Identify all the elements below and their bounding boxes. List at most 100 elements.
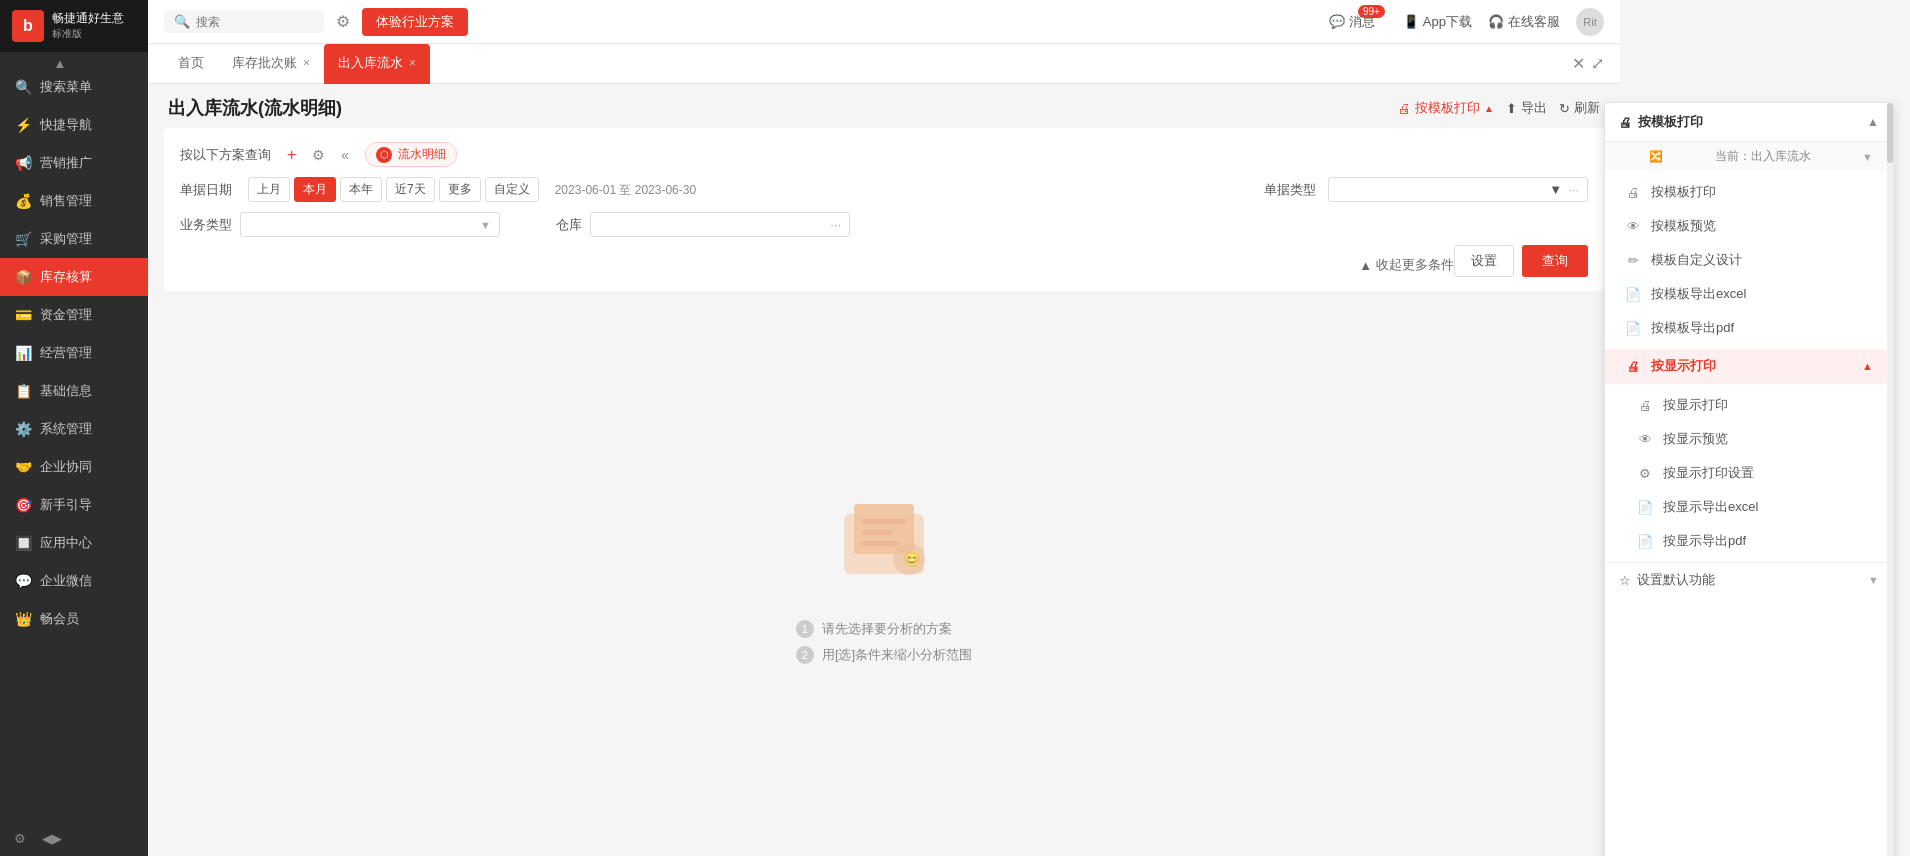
display-pdf-icon: 📄 xyxy=(1637,533,1653,549)
empty-tips: 1 请先选择要分析的方案 2 用[选]条件来缩小分析范围 xyxy=(796,620,972,664)
sales-icon: 💰 xyxy=(14,192,32,210)
dropdown-collapse-icon[interactable]: ▲ xyxy=(1867,115,1879,129)
purchase-icon: 🛒 xyxy=(14,230,32,248)
sidebar-item-member[interactable]: 👑 畅会员 xyxy=(0,600,148,638)
sidebar-item-appstore[interactable]: 🔲 应用中心 xyxy=(0,524,148,562)
date-btn-this-month[interactable]: 本月 xyxy=(294,177,336,202)
sidebar-item-finance[interactable]: 💳 资金管理 xyxy=(0,296,148,334)
empty-tip-1: 1 请先选择要分析的方案 xyxy=(796,620,972,638)
svg-rect-4 xyxy=(862,541,898,546)
date-btn-7days[interactable]: 近7天 xyxy=(386,177,435,202)
dropdown-item-display-settings[interactable]: ⚙ 按显示打印设置 xyxy=(1605,456,1893,490)
dropdown-icon-sub: 🔀 xyxy=(1649,150,1663,163)
dropdown-item-template-pdf[interactable]: 📄 按模板导出pdf xyxy=(1605,311,1893,345)
topbar-gear-icon[interactable]: ⚙ xyxy=(336,12,350,31)
display-excel-icon: 📄 xyxy=(1637,499,1653,515)
sidebar-settings-icon[interactable]: ⚙ xyxy=(14,831,26,846)
app-download-button[interactable]: 📱 App下载 xyxy=(1403,13,1472,31)
sidebar-item-inventory[interactable]: 📦 库存核算 xyxy=(0,258,148,296)
dropdown-item-template-print[interactable]: 🖨 按模板打印 xyxy=(1605,175,1893,209)
dropdown-item-template-custom[interactable]: ✏ 模板自定义设计 xyxy=(1605,243,1893,277)
dropdown-display-section: 🖨 按显示打印 👁 按显示预览 ⚙ 按显示打印设置 📄 按显示导出excel 📄… xyxy=(1605,383,1893,562)
sidebar-scroll-up[interactable]: ▲ xyxy=(0,52,60,68)
refresh-button[interactable]: ↻ 刷新 xyxy=(1559,99,1600,117)
tab-batch-account-close[interactable]: × xyxy=(303,56,310,70)
date-btn-last-month[interactable]: 上月 xyxy=(248,177,290,202)
filter-settings-icon[interactable]: ⚙ xyxy=(312,147,325,163)
message-count: 99+ xyxy=(1358,5,1385,18)
tab-flow[interactable]: 出入库流水 × xyxy=(324,44,430,84)
dropdown-item-display-preview[interactable]: 👁 按显示预览 xyxy=(1605,422,1893,456)
dropdown-item-display-pdf[interactable]: 📄 按显示导出pdf xyxy=(1605,524,1893,558)
tab-batch-account[interactable]: 库存批次账 × xyxy=(218,44,324,84)
bill-type-select[interactable]: ▼ ··· xyxy=(1328,177,1588,202)
business-type-input-wrap[interactable]: ▼ xyxy=(240,212,500,237)
date-btn-more[interactable]: 更多 xyxy=(439,177,481,202)
set-default-button[interactable]: ☆ 设置默认功能 xyxy=(1619,571,1715,589)
topbar-search-icon: 🔍 xyxy=(174,14,190,29)
filter-collapse-icon[interactable]: « xyxy=(341,147,349,163)
dropdown-display-print-header[interactable]: 🖨 按显示打印 ▲ xyxy=(1605,349,1893,383)
online-service-button[interactable]: 🎧 在线客服 xyxy=(1488,13,1560,31)
warehouse-input-wrap[interactable]: ··· xyxy=(590,212,850,237)
date-btn-this-year[interactable]: 本年 xyxy=(340,177,382,202)
collapse-button[interactable]: ▲ 收起更多条件 xyxy=(1359,256,1454,274)
sidebar-item-basic[interactable]: 📋 基础信息 xyxy=(0,372,148,410)
user-avatar[interactable]: Rit xyxy=(1576,8,1604,36)
sidebar-item-operations[interactable]: 📊 经营管理 xyxy=(0,334,148,372)
star-icon: ☆ xyxy=(1619,573,1631,588)
settings-button[interactable]: 设置 xyxy=(1454,245,1514,277)
sidebar-item-collab[interactable]: 🤝 企业协同 xyxy=(0,448,148,486)
tab-close-all-button[interactable]: ✕ xyxy=(1572,54,1585,73)
tabs-bar: 首页 库存批次账 × 出入库流水 × ✕ ⤢ xyxy=(148,44,1620,84)
quick-nav-icon: ⚡ xyxy=(14,116,32,134)
sidebar-item-quick-nav[interactable]: ⚡ 快捷导航 xyxy=(0,106,148,144)
tab-maximize-button[interactable]: ⤢ xyxy=(1591,54,1604,73)
topbar: 🔍 ⚙ 体验行业方案 💬 消息 99+ 📱 App下载 🎧 在线客服 Rit xyxy=(148,0,1620,44)
appstore-icon: 🔲 xyxy=(14,534,32,552)
business-type-input[interactable] xyxy=(249,217,476,232)
app-download-icon: 📱 xyxy=(1403,14,1419,29)
sidebar-item-search[interactable]: 🔍 搜索菜单 xyxy=(0,68,148,106)
message-button[interactable]: 💬 消息 99+ xyxy=(1329,13,1375,31)
tab-home[interactable]: 首页 xyxy=(164,44,218,84)
sidebar-item-sales[interactable]: 💰 销售管理 xyxy=(0,182,148,220)
query-button[interactable]: 查询 xyxy=(1522,245,1588,277)
sidebar-item-wechat[interactable]: 💬 企业微信 xyxy=(0,562,148,600)
panel-scrollbar-thumb xyxy=(1887,103,1893,163)
sidebar-item-marketing[interactable]: 📢 营销推广 xyxy=(0,144,148,182)
trial-button[interactable]: 体验行业方案 xyxy=(362,8,468,36)
sidebar-item-guide[interactable]: 🎯 新手引导 xyxy=(0,486,148,524)
sidebar-item-system[interactable]: ⚙️ 系统管理 xyxy=(0,410,148,448)
sidebar-toggle-icon[interactable]: ◀▶ xyxy=(42,831,62,846)
sidebar-bottom: ⚙ ◀▶ xyxy=(0,821,148,856)
dropdown-footer-arrow: ▼ xyxy=(1868,574,1879,586)
template-print-button[interactable]: 🖨 按模板打印 ▲ xyxy=(1398,99,1494,117)
dropdown-item-template-preview[interactable]: 👁 按模板预览 xyxy=(1605,209,1893,243)
warehouse-input[interactable] xyxy=(599,217,826,232)
page-actions: 🖨 按模板打印 ▲ ⬆ 导出 ↻ 刷新 xyxy=(1398,99,1600,117)
printer-header-icon: 🖨 xyxy=(1619,115,1632,130)
filter-add-button[interactable]: + xyxy=(287,146,296,164)
search-input[interactable] xyxy=(196,15,296,29)
panel-scrollbar[interactable] xyxy=(1887,103,1893,856)
collapse-up-icon: ▲ xyxy=(1359,258,1372,273)
dropdown-item-template-excel[interactable]: 📄 按模板导出excel xyxy=(1605,277,1893,311)
topbar-search-box[interactable]: 🔍 xyxy=(164,10,324,33)
date-filter-label: 单据日期 xyxy=(180,181,232,199)
warehouse-label: 仓库 xyxy=(556,216,582,234)
date-btn-custom[interactable]: 自定义 xyxy=(485,177,539,202)
dropdown-item-display-print[interactable]: 🖨 按显示打印 xyxy=(1605,388,1893,422)
dropdown-footer: ☆ 设置默认功能 ▼ xyxy=(1605,562,1893,597)
collab-icon: 🤝 xyxy=(14,458,32,476)
dropdown-header: 🖨 按模板打印 ▲ xyxy=(1605,103,1893,142)
topbar-right: 💬 消息 99+ 📱 App下载 🎧 在线客服 Rit xyxy=(1329,8,1604,36)
business-type-field: 业务类型 ▼ xyxy=(180,212,500,237)
sidebar-item-purchase[interactable]: 🛒 采购管理 xyxy=(0,220,148,258)
warehouse-more-icon: ··· xyxy=(830,217,841,232)
tab-flow-close[interactable]: × xyxy=(409,56,416,70)
display-settings-icon: ⚙ xyxy=(1637,465,1653,481)
export-button[interactable]: ⬆ 导出 xyxy=(1506,99,1547,117)
filter-row-3: 业务类型 ▼ 仓库 ··· xyxy=(180,212,1588,237)
dropdown-item-display-excel[interactable]: 📄 按显示导出excel xyxy=(1605,490,1893,524)
